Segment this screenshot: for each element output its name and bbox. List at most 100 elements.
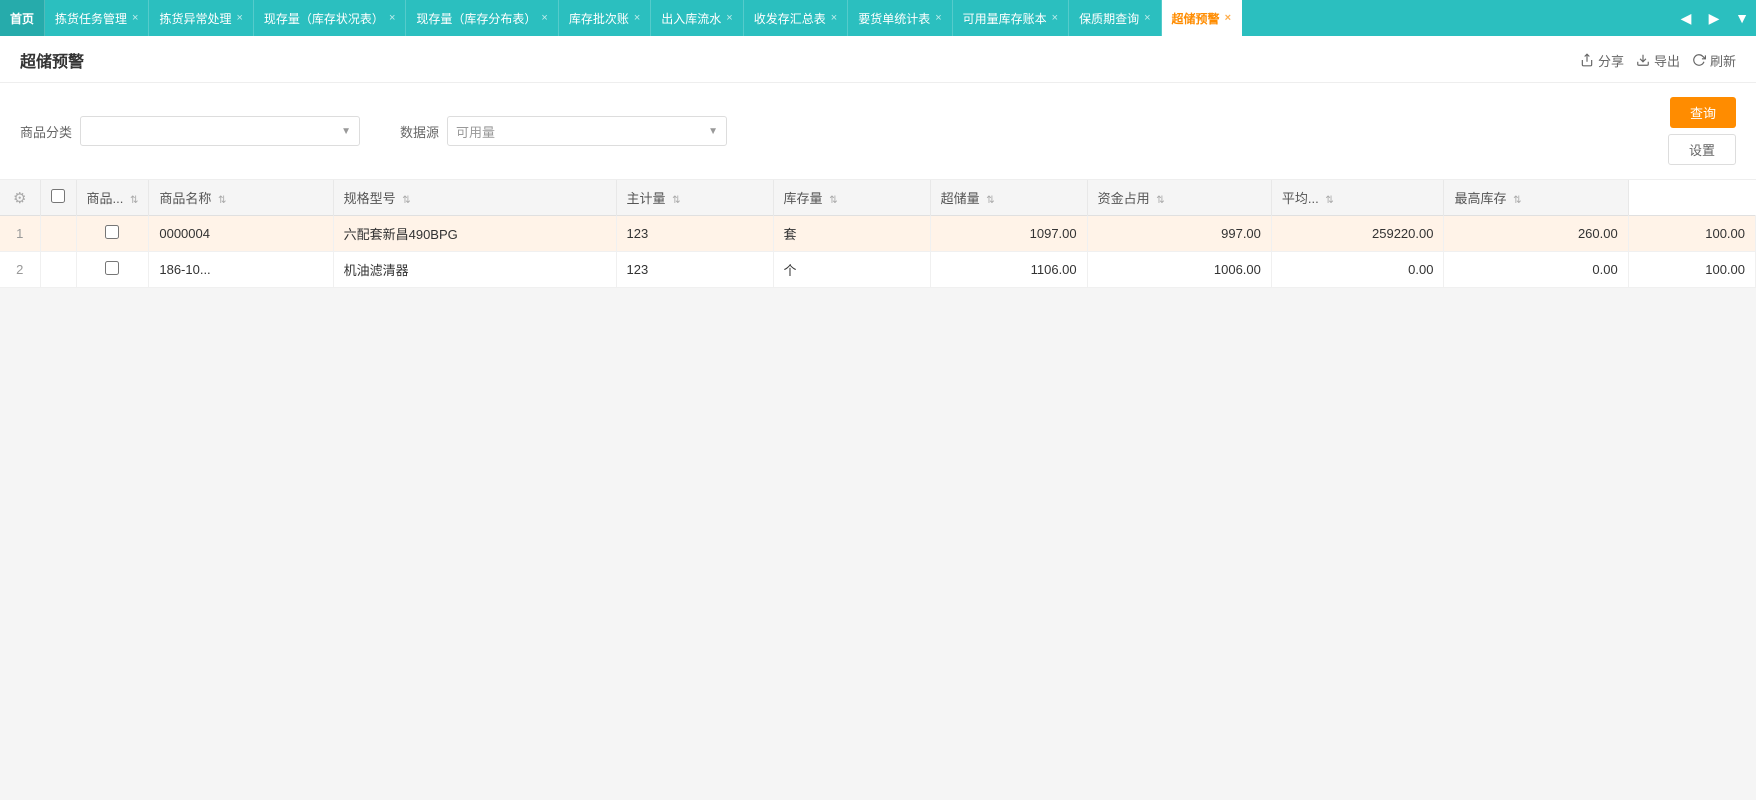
datasource-label: 数据源 [400,122,439,141]
table-row: 2 186-10... 机油滤清器 123 个 1106.00 1006.00 … [0,252,1756,288]
row-max: 100.00 [1628,216,1755,252]
col-unit-header[interactable]: 主计量 ⇅ [616,180,773,216]
col-avg-header[interactable]: 平均... ⇅ [1271,180,1444,216]
close-icon[interactable]: × [935,12,941,24]
datasource-filter: 数据源 可用量 ▼ [400,116,727,146]
refresh-button[interactable]: 刷新 [1692,51,1736,70]
nav-summary[interactable]: 收发存汇总表 × [744,0,848,36]
row-unit: 个 [773,252,930,288]
close-icon[interactable]: × [236,12,242,24]
data-table: ⚙ 商品... ⇅ 商品名称 ⇅ 规格型号 ⇅ 主计量 [0,180,1756,288]
refresh-icon [1692,53,1706,67]
datasource-select[interactable]: 可用量 ▼ [447,116,727,146]
nav-prev-button[interactable]: ◀ [1672,0,1700,36]
close-icon[interactable]: × [1144,12,1150,24]
datasource-select-value: 可用量 [456,122,495,141]
query-button[interactable]: 查询 [1670,97,1736,128]
datasource-dropdown-icon: ▼ [708,126,718,137]
sort-icon: ⇅ [1156,195,1164,206]
gear-icon[interactable]: ⚙ [13,190,26,207]
row-checkbox[interactable] [105,261,119,275]
table-header-row: ⚙ 商品... ⇅ 商品名称 ⇅ 规格型号 ⇅ 主计量 [0,180,1756,216]
row-stock: 1097.00 [930,216,1087,252]
col-stock-header[interactable]: 库存量 ⇅ [773,180,930,216]
nav-expiry[interactable]: 保质期查询 × [1069,0,1161,36]
nav-next-button[interactable]: ▶ [1700,0,1728,36]
close-icon[interactable]: × [1052,12,1058,24]
row-checkbox-cell [76,216,149,252]
sort-icon: ⇅ [1325,195,1333,206]
category-label: 商品分类 [20,122,72,141]
sort-icon: ⇅ [402,195,410,206]
row-spec: 123 [616,216,773,252]
sort-icon: ⇅ [218,195,226,206]
nav-flow[interactable]: 出入库流水 × [651,0,743,36]
col-over-header[interactable]: 超储量 ⇅ [930,180,1087,216]
nav-task-mgmt[interactable]: 拣货任务管理 × [45,0,149,36]
row-stock: 1106.00 [930,252,1087,288]
nav-stock-dist[interactable]: 现存量（库存分布表） × [406,0,558,36]
sort-icon: ⇅ [130,195,138,206]
row-checkbox[interactable] [105,225,119,239]
page-title: 超储预警 [20,48,84,72]
row-spec: 123 [616,252,773,288]
share-button[interactable]: 分享 [1580,51,1624,70]
row-name: 机油滤清器 [333,252,616,288]
close-icon[interactable]: × [541,12,547,24]
row-capital: 259220.00 [1271,216,1444,252]
row-unit: 套 [773,216,930,252]
col-settings-header: ⚙ [0,180,40,216]
row-max: 100.00 [1628,252,1755,288]
top-nav: 首页 拣货任务管理 × 拣货异常处理 × 现存量（库存状况表） × 现存量（库存… [0,0,1756,36]
close-icon[interactable]: × [132,12,138,24]
close-icon[interactable]: × [831,12,837,24]
nav-batch[interactable]: 库存批次账 × [559,0,651,36]
category-dropdown-icon: ▼ [341,126,351,137]
settings-button[interactable]: 设置 [1668,134,1736,165]
close-icon[interactable]: × [1225,12,1231,24]
sort-icon: ⇅ [986,195,994,206]
page-header: 超储预警 分享 导出 刷新 [0,36,1756,83]
nav-more-button[interactable]: ▼ [1728,0,1756,36]
nav-arrows: ◀ ▶ ▼ [1672,0,1756,36]
row-over: 997.00 [1087,216,1271,252]
close-icon[interactable]: × [634,12,640,24]
export-icon [1636,53,1650,67]
row-checkbox-cell [76,252,149,288]
nav-overstock[interactable]: 超储预警 × [1162,0,1242,36]
col-spec-header[interactable]: 规格型号 ⇅ [333,180,616,216]
col-name-header[interactable]: 商品名称 ⇅ [149,180,333,216]
col-max-header[interactable]: 最高库存 ⇅ [1444,180,1628,216]
row-over: 1006.00 [1087,252,1271,288]
sort-icon: ⇅ [672,195,680,206]
row-code: 186-10... [149,252,333,288]
row-avg: 260.00 [1444,216,1628,252]
row-settings [40,252,76,288]
row-code: 0000004 [149,216,333,252]
select-all-checkbox[interactable] [51,189,65,203]
nav-exception[interactable]: 拣货异常处理 × [149,0,253,36]
nav-stock-status[interactable]: 现存量（库存状况表） × [254,0,406,36]
col-capital-header[interactable]: 资金占用 ⇅ [1087,180,1271,216]
row-name: 六配套新昌490BPG [333,216,616,252]
export-button[interactable]: 导出 [1636,51,1680,70]
filter-area: 商品分类 ▼ 数据源 可用量 ▼ 查询 设置 [0,83,1756,180]
nav-home[interactable]: 首页 [0,0,45,36]
category-select[interactable]: ▼ [80,116,360,146]
close-icon[interactable]: × [726,12,732,24]
row-index: 2 [0,252,40,288]
table-row: 1 0000004 六配套新昌490BPG 123 套 1097.00 997.… [0,216,1756,252]
nav-available[interactable]: 可用量库存账本 × [953,0,1069,36]
col-code-header[interactable]: 商品... ⇅ [76,180,149,216]
close-icon[interactable]: × [389,12,395,24]
sort-icon: ⇅ [1513,195,1521,206]
table-container: ⚙ 商品... ⇅ 商品名称 ⇅ 规格型号 ⇅ 主计量 [0,180,1756,288]
header-actions: 分享 导出 刷新 [1580,51,1736,70]
col-checkbox-header [40,180,76,216]
row-capital: 0.00 [1271,252,1444,288]
row-index: 1 [0,216,40,252]
sort-icon: ⇅ [829,195,837,206]
row-settings [40,216,76,252]
nav-order-stats[interactable]: 要货单统计表 × [848,0,952,36]
row-avg: 0.00 [1444,252,1628,288]
